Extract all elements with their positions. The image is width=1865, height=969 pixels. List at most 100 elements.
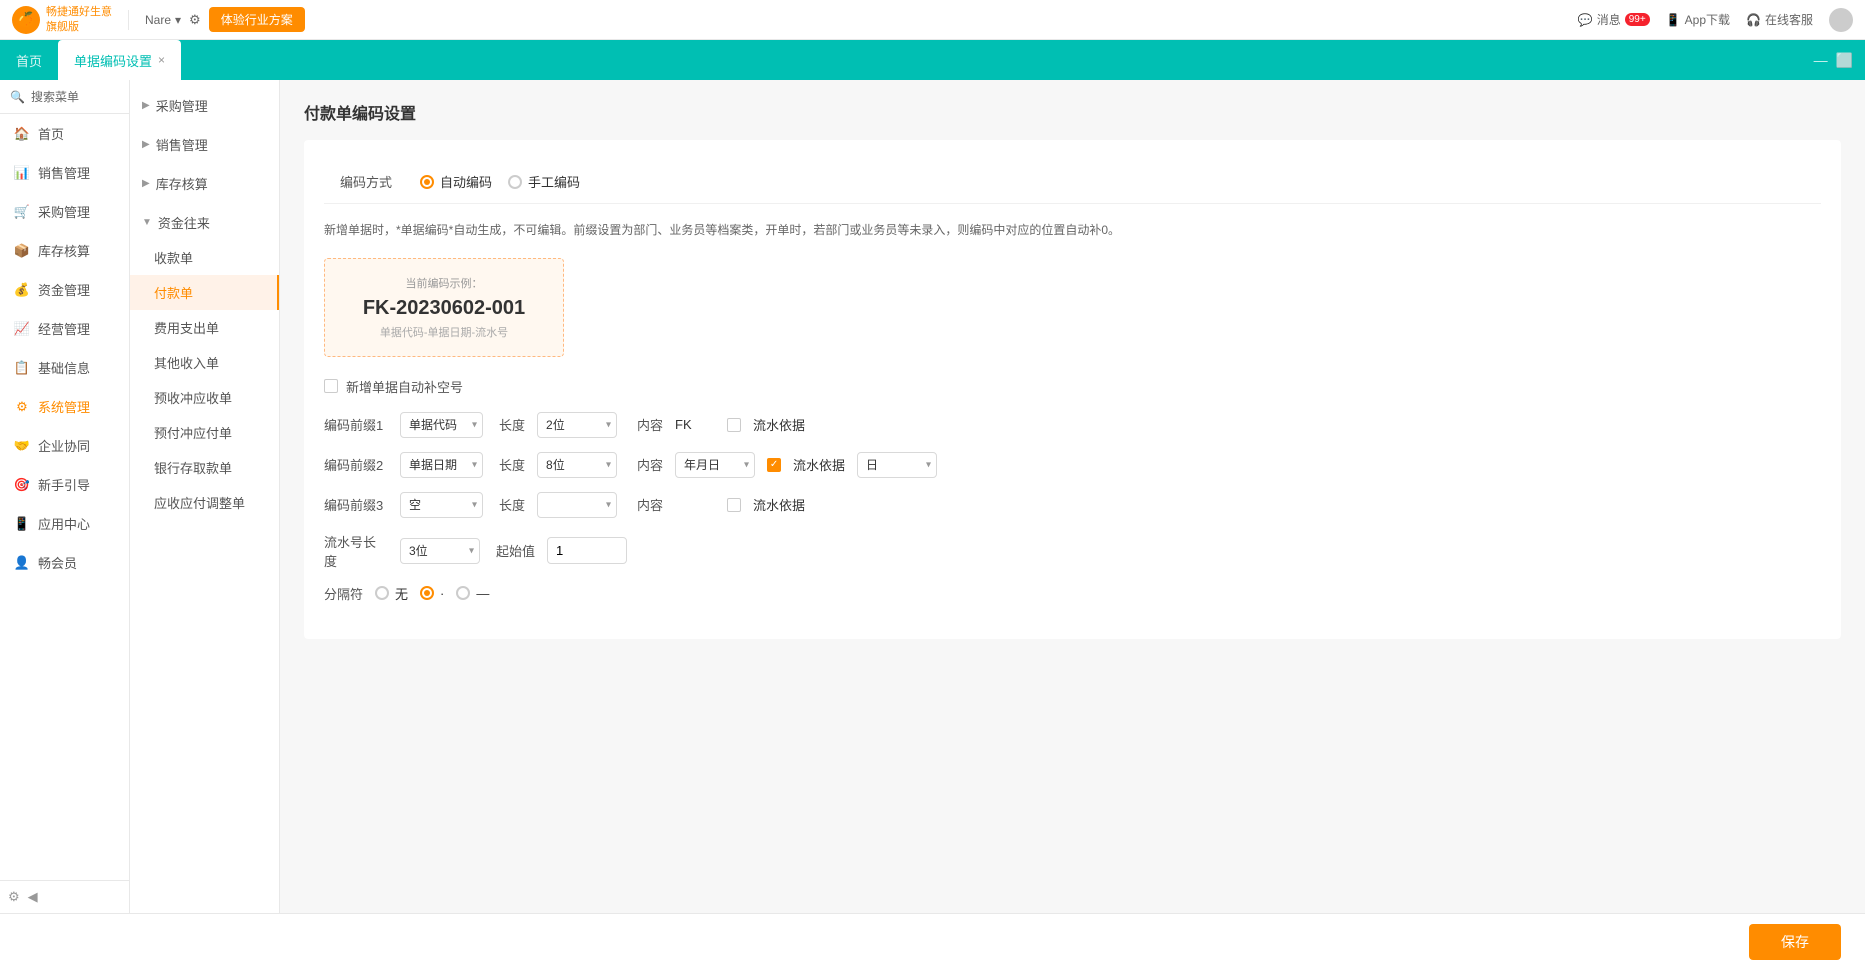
manual-encoding-radio[interactable]: [508, 175, 522, 189]
separator-dash-option[interactable]: —: [456, 586, 489, 601]
autofill-row: 新增单据自动补空号: [324, 377, 1821, 396]
prefix3-length-select-wrapper[interactable]: [537, 492, 617, 518]
prefix3-select[interactable]: 空 单据代码 业务员: [400, 492, 483, 518]
message-area[interactable]: 💬 消息 99+: [1578, 11, 1650, 28]
prefix1-row: 编码前缀1 单据代码 业务员 部门 长度 2位 3位 4位 内容: [324, 412, 1821, 438]
tab-home[interactable]: 首页: [0, 40, 58, 80]
sub-group-finance-title[interactable]: ▼ 资金往来: [130, 205, 279, 240]
logo-text: 畅捷通好生意 旗舰版: [46, 5, 112, 34]
sidebar-item-operations[interactable]: 📈 经营管理: [0, 309, 129, 348]
prefix2-select-wrapper[interactable]: 单据日期 登记日期: [400, 452, 483, 478]
window-max-button[interactable]: ⬜: [1836, 52, 1853, 69]
sidebar-item-inventory[interactable]: 📦 库存核算: [0, 231, 129, 270]
sub-nav-adjustment[interactable]: 应收应付调整单: [130, 485, 279, 520]
search-icon: 🔍: [10, 90, 25, 104]
sidebar-item-sales[interactable]: 📊 销售管理: [0, 153, 129, 192]
auto-encoding-radio[interactable]: [420, 175, 434, 189]
separator-dot-radio[interactable]: [420, 586, 434, 600]
sidebar-label-purchase: 采购管理: [38, 202, 90, 221]
sidebar-item-enterprise[interactable]: 🤝 企业协同: [0, 426, 129, 465]
user-avatar[interactable]: [1829, 8, 1853, 32]
sidebar-item-guide[interactable]: 🎯 新手引导: [0, 465, 129, 504]
online-service[interactable]: 🎧 在线客服: [1746, 11, 1813, 28]
sub-group-sales: ▶ 销售管理: [130, 127, 279, 162]
serial-length-select-wrapper[interactable]: 3位 4位 5位: [400, 538, 480, 564]
prefix2-period-select[interactable]: 日 月 年: [857, 452, 937, 478]
company-selector[interactable]: Nare ▾: [145, 13, 181, 27]
bottom-settings-icon[interactable]: ⚙: [8, 889, 20, 905]
sidebar-search[interactable]: 🔍 搜索菜单: [0, 80, 129, 114]
separator-row: 分隔符 无 · —: [324, 584, 1821, 603]
encoding-radio-group: 自动编码 手工编码: [420, 172, 580, 191]
sidebar-label-operations: 经营管理: [38, 319, 90, 338]
prefix1-length-select[interactable]: 2位 3位 4位: [537, 412, 617, 438]
app-download[interactable]: 📱 App下载: [1666, 11, 1730, 28]
sub-nav-payment[interactable]: 付款单: [130, 275, 279, 310]
sub-group-sales-title[interactable]: ▶ 销售管理: [130, 127, 279, 162]
serial-length-select[interactable]: 3位 4位 5位: [400, 538, 480, 564]
tab-close-icon[interactable]: ×: [158, 53, 165, 67]
prefix1-select[interactable]: 单据代码 业务员 部门: [400, 412, 483, 438]
prefix1-length-select-wrapper[interactable]: 2位 3位 4位: [537, 412, 617, 438]
prefix2-content-select[interactable]: 年月日 年月 年: [675, 452, 755, 478]
prefix1-select-wrapper[interactable]: 单据代码 业务员 部门: [400, 412, 483, 438]
sidebar-item-apps[interactable]: 📱 应用中心: [0, 504, 129, 543]
auto-encoding-option[interactable]: 自动编码: [420, 172, 492, 191]
prefix2-period-select-wrapper[interactable]: 日 月 年: [857, 452, 937, 478]
sub-group-inventory-label: 库存核算: [156, 174, 208, 193]
sub-group-finance-label: 资金往来: [158, 213, 210, 232]
prefix1-serial-checkbox[interactable]: [727, 418, 741, 432]
sub-nav-expense[interactable]: 费用支出单: [130, 310, 279, 345]
sidebar-item-finance[interactable]: 💰 资金管理: [0, 270, 129, 309]
autofill-checkbox[interactable]: [324, 379, 338, 393]
divider: [128, 10, 129, 30]
serial-length-label: 流水号长度: [324, 532, 388, 570]
sidebar-item-home[interactable]: 🏠 首页: [0, 114, 129, 153]
sidebar-item-member[interactable]: 👤 畅会员: [0, 543, 129, 582]
separator-dash-radio[interactable]: [456, 586, 470, 600]
sub-nav-bank[interactable]: 银行存取款单: [130, 450, 279, 485]
code-preview-desc: 单据代码-单据日期-流水号: [349, 324, 539, 340]
prefix3-length-select[interactable]: [537, 492, 617, 518]
window-min-button[interactable]: —: [1814, 52, 1828, 68]
sub-nav-prepay-receivable[interactable]: 预收冲应收单: [130, 380, 279, 415]
prefix2-length-select-wrapper[interactable]: 8位 6位 4位: [537, 452, 617, 478]
sub-nav-prepay-payable[interactable]: 预付冲应付单: [130, 415, 279, 450]
prefix2-content-select-wrapper[interactable]: 年月日 年月 年: [675, 452, 755, 478]
trial-button[interactable]: 体验行业方案: [209, 7, 305, 32]
prefix2-select[interactable]: 单据日期 登记日期: [400, 452, 483, 478]
prefix3-select-wrapper[interactable]: 空 单据代码 业务员: [400, 492, 483, 518]
manual-encoding-option[interactable]: 手工编码: [508, 172, 580, 191]
tab-encoding-settings[interactable]: 单据编码设置 ×: [58, 40, 181, 80]
sales-icon: 📊: [14, 165, 30, 181]
sub-group-purchase-label: 采购管理: [156, 96, 208, 115]
sub-group-inventory-title[interactable]: ▶ 库存核算: [130, 166, 279, 201]
separator-none-option[interactable]: 无: [375, 584, 408, 603]
message-badge: 99+: [1625, 13, 1650, 26]
prefix1-label: 编码前缀1: [324, 415, 388, 434]
sub-nav-other-income[interactable]: 其他收入单: [130, 345, 279, 380]
prefix2-length-select[interactable]: 8位 6位 4位: [537, 452, 617, 478]
prefix2-serial-checkbox[interactable]: ✓: [767, 458, 781, 472]
sidebar-label-inventory: 库存核算: [38, 241, 90, 260]
home-icon: 🏠: [14, 126, 30, 142]
prefix3-serial-checkbox[interactable]: [727, 498, 741, 512]
bottom-collapse-icon[interactable]: ◀: [28, 889, 38, 905]
settings-icon[interactable]: ⚙: [189, 12, 201, 28]
start-value-input[interactable]: [547, 537, 627, 564]
separator-dot-option[interactable]: ·: [420, 586, 444, 601]
operations-icon: 📈: [14, 321, 30, 337]
inventory-arrow-icon: ▶: [142, 178, 150, 189]
purchase-icon: 🛒: [14, 204, 30, 220]
sub-nav-receipt[interactable]: 收款单: [130, 240, 279, 275]
manual-encoding-label: 手工编码: [528, 172, 580, 191]
tab-home-label: 首页: [16, 51, 42, 70]
sidebar-item-basic[interactable]: 📋 基础信息: [0, 348, 129, 387]
sidebar-item-purchase[interactable]: 🛒 采购管理: [0, 192, 129, 231]
sub-group-purchase-title[interactable]: ▶ 采购管理: [130, 88, 279, 123]
separator-label: 分隔符: [324, 584, 363, 603]
sidebar-item-system[interactable]: ⚙ 系统管理: [0, 387, 129, 426]
save-button[interactable]: 保存: [1749, 924, 1841, 960]
separator-none-radio[interactable]: [375, 586, 389, 600]
sub-group-inventory: ▶ 库存核算: [130, 166, 279, 201]
